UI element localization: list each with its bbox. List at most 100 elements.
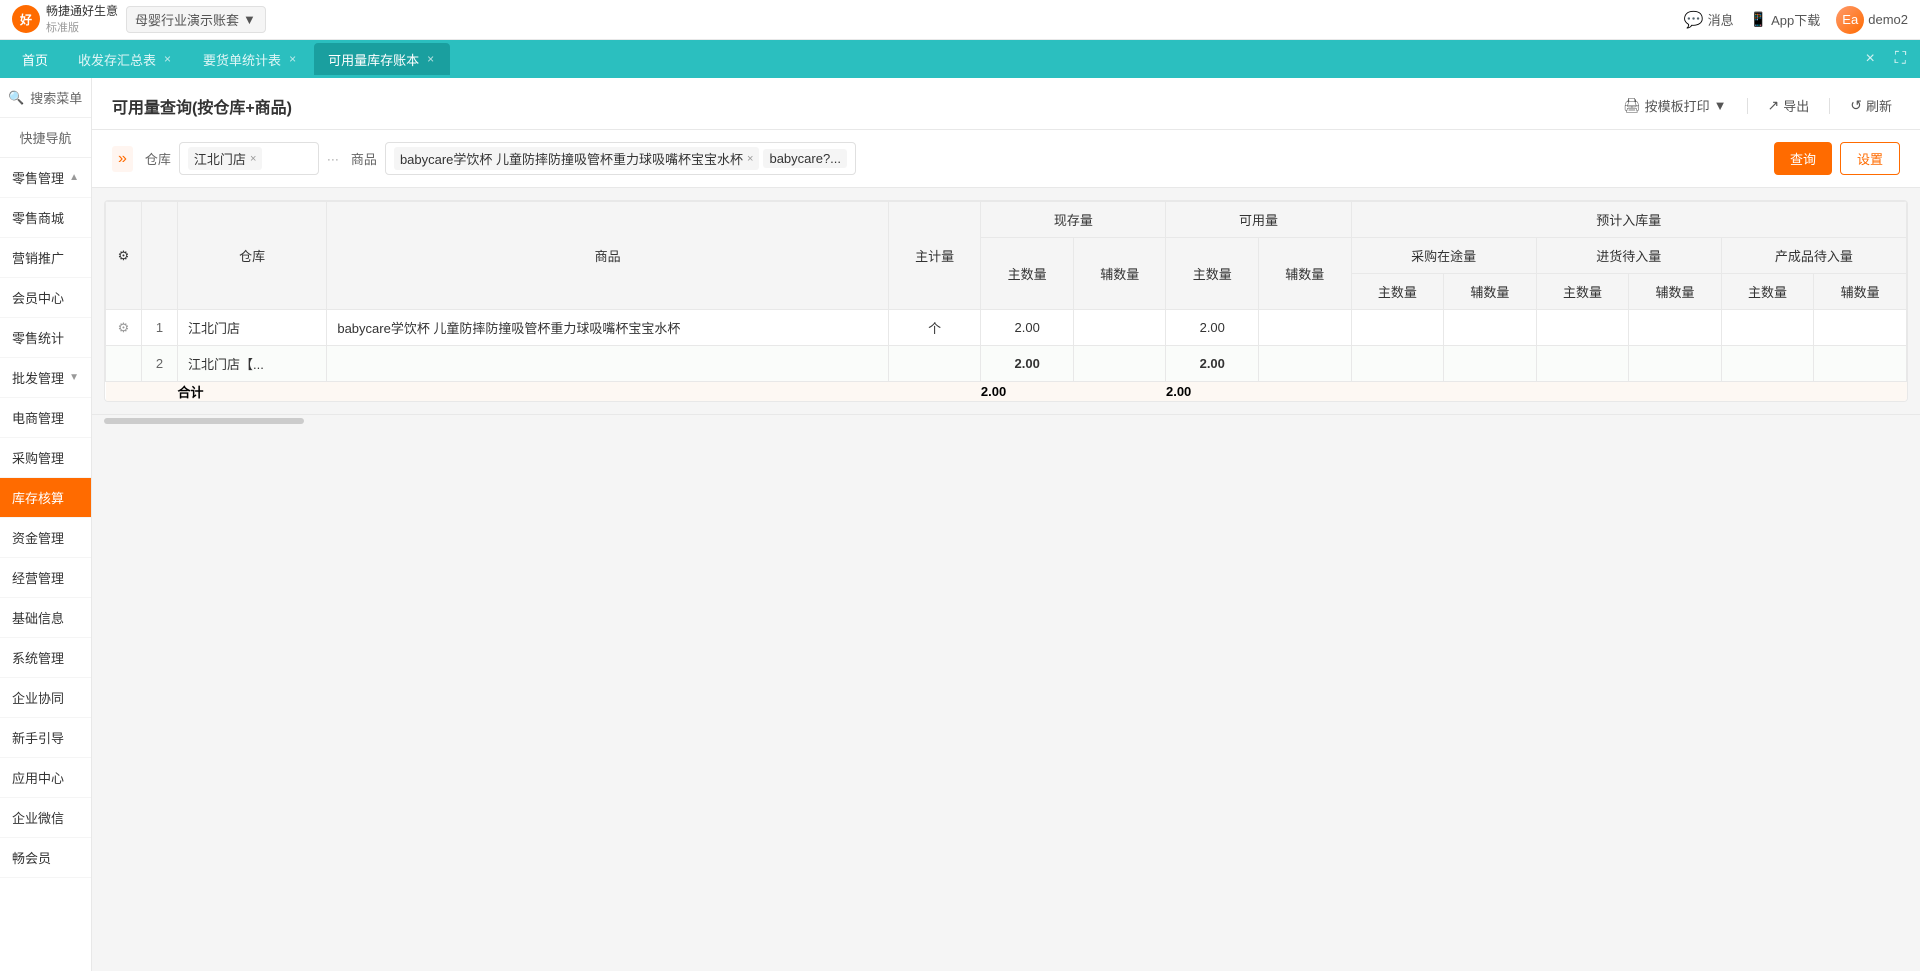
sidebar-item-label: 电商管理: [12, 408, 64, 427]
query-button[interactable]: 查询: [1774, 142, 1832, 175]
sidebar-item-marketing[interactable]: 营销推广: [0, 238, 91, 278]
content-area: 可用量查询(按仓库+商品) 🖨 按模板打印 ▼ ↗ 导出 ↺ 刷新: [92, 78, 1920, 971]
warehouse-tag-label: 江北门店: [194, 149, 246, 168]
export-icon: ↗: [1768, 97, 1780, 114]
row-seq: 2: [142, 346, 178, 382]
tab-bar-right: × ⛶: [1859, 48, 1912, 70]
avail-aux-qty-header: 辅数量: [1259, 238, 1352, 310]
row-incoming-aux: [1629, 310, 1722, 346]
main-layout: 🔍 搜索菜单 快捷导航 零售管理 ▲ 零售商城 营销推广 会员中心 零售统计 批…: [0, 78, 1920, 971]
tab-home[interactable]: 首页: [8, 44, 62, 75]
sidebar-item-finance[interactable]: 资金管理: [0, 518, 91, 558]
product-input[interactable]: babycare学饮杯 儿童防摔防撞吸管杯重力球吸嘴杯宝宝水杯 × babyca…: [385, 142, 856, 175]
sidebar-item-system[interactable]: 系统管理: [0, 638, 91, 678]
tab-receive-close[interactable]: ×: [162, 52, 173, 66]
tab-bar: 首页 收发存汇总表 × 要货单统计表 × 可用量库存账本 × × ⛶: [0, 40, 1920, 78]
sidebar-item-operations[interactable]: 经营管理: [0, 558, 91, 598]
footer-production-aux: [1814, 382, 1907, 402]
incoming-pending-header: 进货待入量: [1536, 238, 1721, 274]
sidebar-item-ecommerce[interactable]: 电商管理: [0, 398, 91, 438]
tab-order[interactable]: 要货单统计表 ×: [189, 43, 312, 75]
chevron-icon: ▲: [69, 172, 79, 183]
export-button[interactable]: ↗ 导出: [1760, 92, 1818, 119]
app-download-label: App下载: [1771, 10, 1820, 29]
sidebar-item-member[interactable]: 会员中心: [0, 278, 91, 318]
warehouse-input[interactable]: 江北门店 ×: [179, 142, 319, 175]
sidebar-item-enterprise[interactable]: 企业协同: [0, 678, 91, 718]
product-tag-1-close[interactable]: ×: [747, 153, 753, 165]
message-button[interactable]: 💬 消息: [1684, 10, 1734, 30]
app-download-button[interactable]: 📱 App下载: [1750, 10, 1821, 29]
sidebar-item-retail-mgmt[interactable]: 零售管理 ▲: [0, 158, 91, 198]
row-avail-main: 2.00: [1166, 346, 1259, 382]
current-stock-header: 现存量: [981, 202, 1166, 238]
logo-sub: 标准版: [46, 19, 118, 35]
row-main-unit: [888, 346, 981, 382]
sidebar-item-purchase[interactable]: 采购管理: [0, 438, 91, 478]
setting-button[interactable]: 设置: [1840, 142, 1900, 175]
row-stock-main: 2.00: [981, 310, 1074, 346]
row-stock-aux: [1073, 346, 1166, 382]
warehouse-label: 仓库: [145, 149, 171, 168]
avail-main-qty-header: 主数量: [1166, 238, 1259, 310]
warehouse-tag-close[interactable]: ×: [250, 153, 256, 165]
horizontal-scrollbar[interactable]: [104, 418, 304, 424]
tab-close-all-button[interactable]: ×: [1859, 48, 1880, 70]
gear-header[interactable]: ⚙: [106, 202, 142, 310]
filter-toggle-button[interactable]: »: [112, 146, 133, 172]
available-header: 可用量: [1166, 202, 1351, 238]
sidebar-item-member2[interactable]: 畅会员: [0, 838, 91, 878]
sidebar-item-label: 畅会员: [12, 848, 51, 867]
sidebar-item-retail-stats[interactable]: 零售统计: [0, 318, 91, 358]
tab-expand-button[interactable]: ⛶: [1889, 48, 1912, 70]
sidebar-item-appcenter[interactable]: 应用中心: [0, 758, 91, 798]
tab-order-close[interactable]: ×: [287, 52, 298, 66]
seq-header: [142, 202, 178, 310]
sidebar-item-label: 零售管理: [12, 168, 64, 187]
user-profile-button[interactable]: Ea demo2: [1836, 6, 1908, 34]
sidebar-item-label: 零售统计: [12, 328, 64, 347]
sidebar-nav-button[interactable]: 快捷导航: [0, 118, 91, 158]
tab-available[interactable]: 可用量库存账本 ×: [314, 43, 450, 75]
row-gear[interactable]: ⚙: [106, 310, 142, 346]
sidebar-item-label: 企业微信: [12, 808, 64, 827]
row-incoming-main: [1536, 310, 1629, 346]
sidebar-item-newguide[interactable]: 新手引导: [0, 718, 91, 758]
sidebar-item-basic[interactable]: 基础信息: [0, 598, 91, 638]
row-purchase-aux: [1444, 346, 1537, 382]
warehouse-tag: 江北门店 ×: [188, 147, 262, 170]
product-label: 商品: [351, 149, 377, 168]
row-gear[interactable]: [106, 346, 142, 382]
sidebar-item-label: 经营管理: [12, 568, 64, 587]
print-button[interactable]: 🖨 按模板打印 ▼: [1615, 92, 1735, 119]
sidebar-item-retail-store[interactable]: 零售商城: [0, 198, 91, 238]
sidebar-item-wholesale-mgmt[interactable]: 批发管理 ▼: [0, 358, 91, 398]
sidebar-item-wechat[interactable]: 企业微信: [0, 798, 91, 838]
data-table: ⚙ 仓库 商品 主计量 现存量: [105, 201, 1907, 401]
footer-avail-aux: [1259, 382, 1352, 402]
tab-receive[interactable]: 收发存汇总表 ×: [64, 43, 187, 75]
row-product: babycare学饮杯 儿童防摔防撞吸管杯重力球吸嘴杯宝宝水杯: [327, 310, 889, 346]
page-header-actions: 🖨 按模板打印 ▼ ↗ 导出 ↺ 刷新: [1615, 92, 1900, 119]
incoming-main-header: 主数量: [1536, 274, 1629, 310]
footer-production-main: [1721, 382, 1814, 402]
row-production-main: [1721, 310, 1814, 346]
warehouse-filter-group: 仓库 江北门店 × ···: [145, 142, 339, 175]
sidebar: 🔍 搜索菜单 快捷导航 零售管理 ▲ 零售商城 营销推广 会员中心 零售统计 批…: [0, 78, 92, 971]
export-label: 导出: [1783, 96, 1809, 115]
chevron-down-icon: ▼: [243, 12, 256, 27]
app-icon: 📱: [1750, 11, 1767, 28]
top-bar-right: 💬 消息 📱 App下载 Ea demo2: [1684, 6, 1908, 34]
logo-text: 畅捷通好生意: [46, 4, 118, 18]
product-tag-1: babycare学饮杯 儿童防摔防撞吸管杯重力球吸嘴杯宝宝水杯 ×: [394, 147, 760, 170]
sidebar-search[interactable]: 🔍 搜索菜单: [0, 78, 91, 118]
industry-selector[interactable]: 母婴行业演示账套 ▼: [126, 6, 266, 33]
sidebar-item-inventory[interactable]: 库存核算: [0, 478, 91, 518]
page-header: 可用量查询(按仓库+商品) 🖨 按模板打印 ▼ ↗ 导出 ↺ 刷新: [92, 78, 1920, 130]
tab-available-close[interactable]: ×: [425, 52, 436, 66]
row-avail-main: 2.00: [1166, 310, 1259, 346]
refresh-button[interactable]: ↺ 刷新: [1842, 92, 1900, 119]
warehouse-more-button[interactable]: ···: [327, 152, 339, 166]
purchase-transit-header: 采购在途量: [1351, 238, 1536, 274]
purchase-main-header: 主数量: [1351, 274, 1444, 310]
